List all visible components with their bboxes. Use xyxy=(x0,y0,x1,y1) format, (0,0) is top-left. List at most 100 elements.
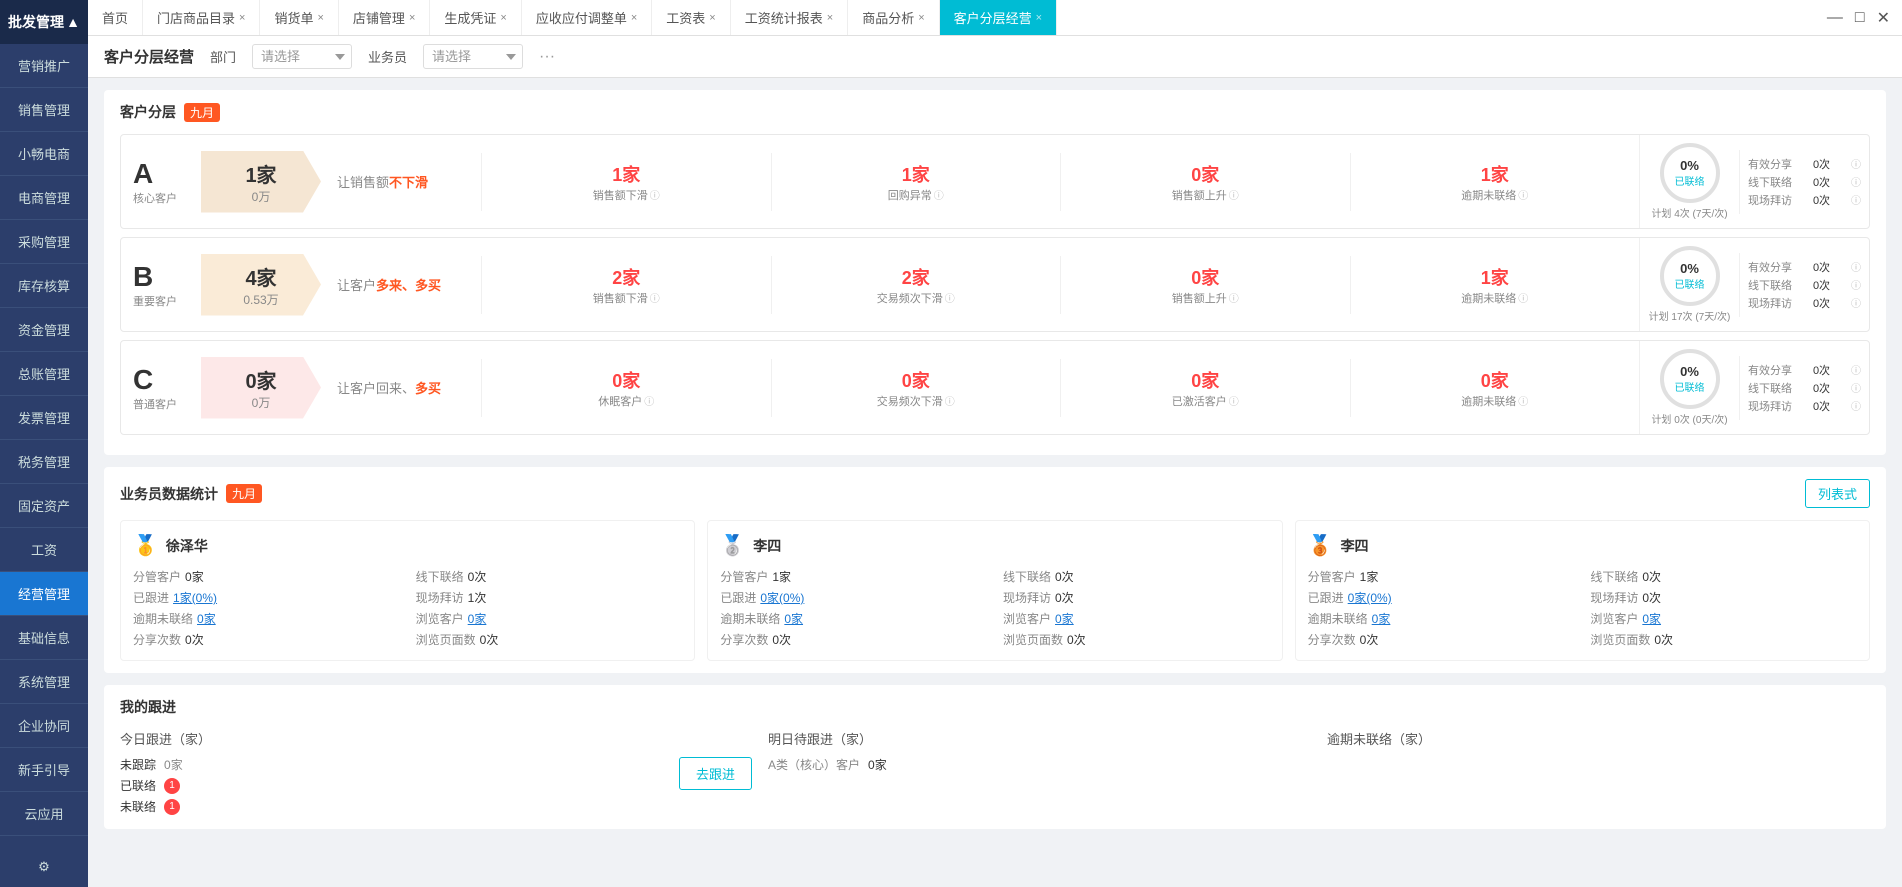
staff-stat: 现场拜访 0次 xyxy=(1590,589,1857,606)
staff-card-header: 🥇 徐泽华 xyxy=(133,533,682,558)
tier-stat: 0家 休眠客户 ⓘ xyxy=(481,359,771,417)
sidebar-item-企业协同[interactable]: 企业协同 xyxy=(0,704,88,748)
tab-close-icon[interactable]: × xyxy=(239,12,245,24)
tab-home[interactable]: 首页 xyxy=(88,0,143,35)
tab-店铺管理[interactable]: 店铺管理× xyxy=(339,0,430,35)
info-icon[interactable]: ⓘ xyxy=(1518,290,1528,305)
tab-label: 客户分层经营 xyxy=(954,8,1032,27)
tier-count-B: 4家 0.53万 xyxy=(201,254,321,316)
info-icon[interactable]: ⓘ xyxy=(1851,259,1861,274)
tab-close-icon[interactable]: × xyxy=(1036,12,1042,24)
info-icon[interactable]: ⓘ xyxy=(1229,393,1239,408)
tier-count-C: 0家 0万 xyxy=(201,357,321,419)
today-row-2: 已联络 1 xyxy=(120,775,663,796)
staff-stat: 逾期未联络 0家 xyxy=(133,610,400,627)
sidebar-item-税务管理[interactable]: 税务管理 xyxy=(0,440,88,484)
tab-close-icon[interactable]: × xyxy=(500,12,506,24)
tab-生成凭证[interactable]: 生成凭证× xyxy=(430,0,521,35)
tab-close-icon[interactable]: × xyxy=(918,12,924,24)
info-icon[interactable]: ⓘ xyxy=(1229,290,1239,305)
tab-close-icon[interactable]: × xyxy=(317,12,323,24)
tier-stat: 0家 已激活客户 ⓘ xyxy=(1060,359,1350,417)
sidebar-settings[interactable]: ⚙ xyxy=(0,847,88,887)
tab-label: 销货单 xyxy=(274,8,313,27)
tab-应收应付调整单[interactable]: 应收应付调整单× xyxy=(522,0,652,35)
tab-close-icon[interactable]: × xyxy=(827,12,833,24)
sidebar-item-经营管理[interactable]: 经营管理 xyxy=(0,572,88,616)
staff-stat: 分享次数 0次 xyxy=(1308,631,1575,648)
info-icon[interactable]: ⓘ xyxy=(1851,398,1861,413)
tab-工资表[interactable]: 工资表× xyxy=(652,0,730,35)
info-icon[interactable]: ⓘ xyxy=(1851,362,1861,377)
sidebar-item-电商管理[interactable]: 电商管理 xyxy=(0,176,88,220)
sidebar-header[interactable]: 批发管理 ▲ xyxy=(0,0,88,44)
tier-stat: 2家 销售额下滑 ⓘ xyxy=(481,256,771,314)
more-options-icon[interactable]: ··· xyxy=(539,48,555,66)
info-icon[interactable]: ⓘ xyxy=(1851,295,1861,310)
info-icon[interactable]: ⓘ xyxy=(1851,156,1861,171)
side-stat: 现场拜访 0次 ⓘ xyxy=(1748,398,1861,414)
tomorrow-followup-title: 明日待跟进（家） xyxy=(768,729,1311,748)
sidebar-item-工资[interactable]: 工资 xyxy=(0,528,88,572)
staff-card-1: 🥈 李四 分管客户 1家 线下联络 0次 已跟进 0家(0%) 现场拜访 0次 … xyxy=(707,520,1282,661)
sidebar-item-固定资产[interactable]: 固定资产 xyxy=(0,484,88,528)
staff-stat: 已跟进 0家(0%) xyxy=(720,589,987,606)
staff-stat: 逾期未联络 0家 xyxy=(1308,610,1575,627)
staff-section-title: 业务员数据统计 xyxy=(120,484,218,504)
sidebar-item-采购管理[interactable]: 采购管理 xyxy=(0,220,88,264)
sidebar-item-发票管理[interactable]: 发票管理 xyxy=(0,396,88,440)
page-title: 客户分层经营 xyxy=(104,46,194,67)
tab-close-icon[interactable]: × xyxy=(709,12,715,24)
tab-minimize-button[interactable]: — xyxy=(1823,4,1847,32)
info-icon[interactable]: ⓘ xyxy=(644,393,654,408)
tab-close-icon[interactable]: × xyxy=(409,12,415,24)
info-icon[interactable]: ⓘ xyxy=(1518,393,1528,408)
staff-select[interactable]: 请选择 xyxy=(423,44,523,69)
sidebar-item-系统管理[interactable]: 系统管理 xyxy=(0,660,88,704)
list-view-button[interactable]: 列表式 xyxy=(1805,479,1870,508)
tab-门店商品目录[interactable]: 门店商品目录× xyxy=(143,0,260,35)
sidebar-item-新手引导[interactable]: 新手引导 xyxy=(0,748,88,792)
tab-maximize-button[interactable]: □ xyxy=(1851,4,1869,32)
sidebar-item-总账管理[interactable]: 总账管理 xyxy=(0,352,88,396)
staff-stat: 线下联络 0次 xyxy=(1590,568,1857,585)
sidebar-item-云应用[interactable]: 云应用 xyxy=(0,792,88,836)
sidebar-item-库存核算[interactable]: 库存核算 xyxy=(0,264,88,308)
info-icon[interactable]: ⓘ xyxy=(1851,192,1861,207)
info-icon[interactable]: ⓘ xyxy=(650,290,660,305)
tab-close-button[interactable]: ✕ xyxy=(1873,4,1894,32)
today-row-3: 未联络 1 xyxy=(120,796,663,817)
info-icon[interactable]: ⓘ xyxy=(1851,380,1861,395)
info-icon[interactable]: ⓘ xyxy=(945,393,955,408)
info-icon[interactable]: ⓘ xyxy=(934,187,944,202)
info-icon[interactable]: ⓘ xyxy=(945,290,955,305)
tab-close-icon[interactable]: × xyxy=(631,12,637,24)
sidebar-item-营销推广[interactable]: 营销推广 xyxy=(0,44,88,88)
staff-stat: 浏览客户 0家 xyxy=(1003,610,1270,627)
info-icon[interactable]: ⓘ xyxy=(1851,174,1861,189)
sidebar-item-销售管理[interactable]: 销售管理 xyxy=(0,88,88,132)
info-icon[interactable]: ⓘ xyxy=(1518,187,1528,202)
info-icon[interactable]: ⓘ xyxy=(650,187,660,202)
tab-销货单[interactable]: 销货单 × xyxy=(260,0,338,35)
tier-stat: 1家 回购异常 ⓘ xyxy=(771,153,1061,211)
tab-客户分层经营[interactable]: 客户分层经营 × xyxy=(940,0,1057,35)
tier-stat: 1家 逾期未联络 ⓘ xyxy=(1350,256,1640,314)
tab-home-label: 首页 xyxy=(102,8,128,27)
staff-section-header: 业务员数据统计 九月 列表式 xyxy=(120,479,1870,508)
sidebar-item-小畅电商[interactable]: 小畅电商 xyxy=(0,132,88,176)
overdue-col: 逾期未联络（家） xyxy=(1327,729,1870,754)
staff-name: 李四 xyxy=(753,536,781,556)
tier-label-C: C 普通客户 xyxy=(121,352,201,424)
info-icon[interactable]: ⓘ xyxy=(1229,187,1239,202)
sidebar-item-基础信息[interactable]: 基础信息 xyxy=(0,616,88,660)
tab-商品分析[interactable]: 商品分析× xyxy=(848,0,939,35)
side-stat: 现场拜访 0次 ⓘ xyxy=(1748,295,1861,311)
tab-工资统计报表[interactable]: 工资统计报表× xyxy=(731,0,848,35)
info-icon[interactable]: ⓘ xyxy=(1851,277,1861,292)
main-area: 首页 门店商品目录×销货单×店铺管理×生成凭证×应收应付调整单×工资表×工资统计… xyxy=(88,0,1902,887)
sidebar-item-资金管理[interactable]: 资金管理 xyxy=(0,308,88,352)
dept-select[interactable]: 请选择 xyxy=(252,44,352,69)
side-stat: 有效分享 0次 ⓘ xyxy=(1748,259,1861,275)
goto-followup-button[interactable]: 去跟进 xyxy=(679,757,752,790)
